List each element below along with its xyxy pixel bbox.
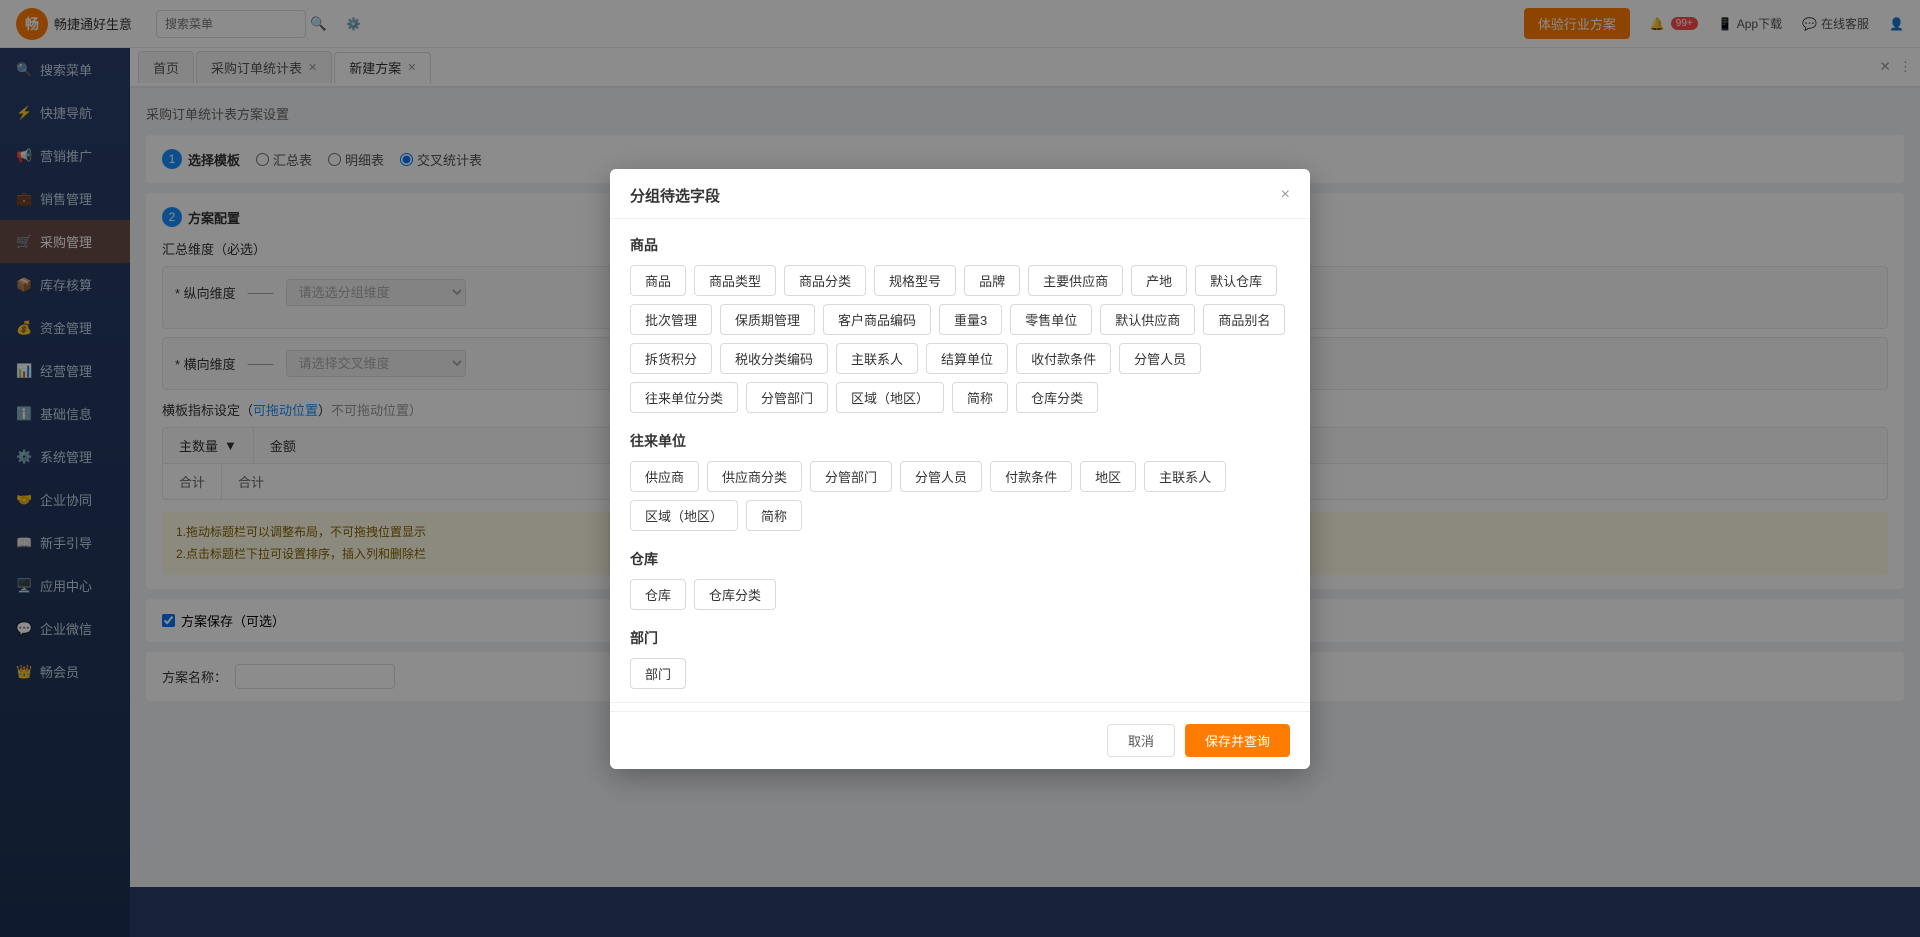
field-tag[interactable]: 部门 xyxy=(630,658,686,689)
field-tag[interactable]: 仓库 xyxy=(630,579,686,610)
field-tag[interactable]: 默认供应商 xyxy=(1100,304,1195,335)
warehouse-fields: 仓库 仓库分类 xyxy=(630,579,1290,610)
field-group-dept-title: 部门 xyxy=(630,628,1290,648)
field-tag[interactable]: 地区 xyxy=(1080,461,1136,492)
field-tag[interactable]: 产地 xyxy=(1131,265,1187,296)
field-tag[interactable]: 供应商 xyxy=(630,461,699,492)
field-tag[interactable]: 商品分类 xyxy=(784,265,866,296)
field-tag[interactable]: 商品类型 xyxy=(694,265,776,296)
modal-dialog: 分组待选字段 × 商品 商品 商品类型 商品分类 规格型号 品牌 主要供应商 产… xyxy=(610,169,1310,769)
field-tag[interactable]: 仓库分类 xyxy=(694,579,776,610)
product-fields: 商品 商品类型 商品分类 规格型号 品牌 主要供应商 产地 默认仓库 批次管理 … xyxy=(630,265,1290,413)
field-tag[interactable]: 税收分类编码 xyxy=(720,343,828,374)
confirm-button[interactable]: 保存并查询 xyxy=(1185,724,1290,757)
field-tag[interactable]: 客户商品编码 xyxy=(823,304,931,335)
field-group-warehouse-title: 仓库 xyxy=(630,549,1290,569)
modal-title: 分组待选字段 xyxy=(630,185,720,206)
field-group-warehouse: 仓库 仓库 仓库分类 xyxy=(630,549,1290,610)
dept-fields: 部门 xyxy=(630,658,1290,689)
field-tag[interactable]: 零售单位 xyxy=(1010,304,1092,335)
field-tag[interactable]: 分管部门 xyxy=(810,461,892,492)
partners-fields: 供应商 供应商分类 分管部门 分管人员 付款条件 地区 主联系人 区域（地区） … xyxy=(630,461,1290,531)
field-tag[interactable]: 收付款条件 xyxy=(1016,343,1111,374)
field-tag[interactable]: 简称 xyxy=(952,382,1008,413)
field-tag[interactable]: 重量3 xyxy=(939,304,1002,335)
field-group-product-title: 商品 xyxy=(630,235,1290,255)
field-group-partners: 往来单位 供应商 供应商分类 分管部门 分管人员 付款条件 地区 主联系人 区域… xyxy=(630,431,1290,531)
field-group-dept: 部门 部门 xyxy=(630,628,1290,689)
field-tag[interactable]: 拆货积分 xyxy=(630,343,712,374)
field-tag[interactable]: 商品别名 xyxy=(1203,304,1285,335)
field-group-partners-title: 往来单位 xyxy=(630,431,1290,451)
modal-overlay: 分组待选字段 × 商品 商品 商品类型 商品分类 规格型号 品牌 主要供应商 产… xyxy=(0,0,1920,937)
modal-footer: 取消 保存并查询 xyxy=(610,711,1310,769)
field-tag[interactable]: 简称 xyxy=(746,500,802,531)
field-tag[interactable]: 区域（地区） xyxy=(836,382,944,413)
field-tag[interactable]: 主联系人 xyxy=(836,343,918,374)
field-tag[interactable]: 保质期管理 xyxy=(720,304,815,335)
field-tag[interactable]: 默认仓库 xyxy=(1195,265,1277,296)
field-tag[interactable]: 主联系人 xyxy=(1144,461,1226,492)
field-tag[interactable]: 规格型号 xyxy=(874,265,956,296)
field-tag[interactable]: 供应商分类 xyxy=(707,461,802,492)
field-tag[interactable]: 仓库分类 xyxy=(1016,382,1098,413)
field-tag[interactable]: 分管人员 xyxy=(1119,343,1201,374)
cancel-button[interactable]: 取消 xyxy=(1107,724,1175,757)
modal-horizontal-scrollbar[interactable] xyxy=(610,702,1310,710)
field-tag[interactable]: 主要供应商 xyxy=(1028,265,1123,296)
field-tag[interactable]: 结算单位 xyxy=(926,343,1008,374)
field-group-product: 商品 商品 商品类型 商品分类 规格型号 品牌 主要供应商 产地 默认仓库 批次… xyxy=(630,235,1290,413)
field-tag[interactable]: 批次管理 xyxy=(630,304,712,335)
modal-body: 商品 商品 商品类型 商品分类 规格型号 品牌 主要供应商 产地 默认仓库 批次… xyxy=(610,219,1310,703)
modal-close-button[interactable]: × xyxy=(1281,186,1290,204)
field-tag[interactable]: 往来单位分类 xyxy=(630,382,738,413)
field-tag[interactable]: 商品 xyxy=(630,265,686,296)
field-tag[interactable]: 分管部门 xyxy=(746,382,828,413)
field-tag[interactable]: 区域（地区） xyxy=(630,500,738,531)
modal-header: 分组待选字段 × xyxy=(610,169,1310,219)
field-tag[interactable]: 分管人员 xyxy=(900,461,982,492)
field-tag[interactable]: 付款条件 xyxy=(990,461,1072,492)
field-tag[interactable]: 品牌 xyxy=(964,265,1020,296)
